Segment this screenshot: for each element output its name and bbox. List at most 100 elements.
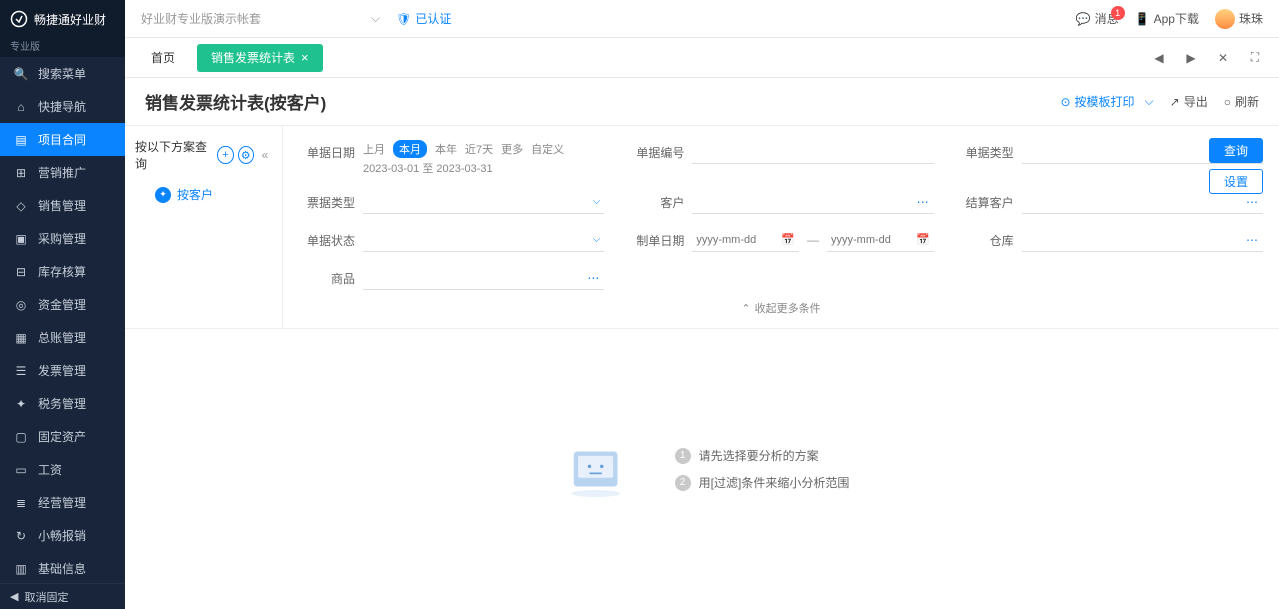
sidebar: 畅捷通好业财 专业版 🔍搜索菜单 ⌂快捷导航 ▤项目合同 ⊞营销推广 ◇销售管理… — [0, 0, 125, 609]
nav-basic-info[interactable]: ▥基础信息 — [0, 552, 125, 583]
filter-area: 按以下方案查询 + ⚙ « ✦ 按客户 查询 设置 — [125, 126, 1279, 329]
cart-icon: ◇ — [14, 199, 28, 213]
document-icon: ▤ — [14, 133, 28, 147]
goods-input[interactable] — [367, 272, 587, 284]
export-button[interactable]: ↗ 导出 — [1170, 93, 1208, 110]
field-settle-customer: 结算客户 ⋯ — [958, 190, 1263, 214]
receipt-icon: ☰ — [14, 364, 28, 378]
warehouse-input[interactable] — [1026, 234, 1246, 246]
lookup-icon[interactable]: ⋯ — [587, 271, 600, 285]
nav-marketing[interactable]: ⊞营销推广 — [0, 156, 125, 189]
scheme-icon: ✦ — [155, 187, 171, 203]
tab-home[interactable]: 首页 — [137, 44, 189, 72]
calendar-icon[interactable]: 📅 — [916, 233, 930, 246]
nav-finance[interactable]: ◎资金管理 — [0, 288, 125, 321]
tab-close-all-button[interactable]: ✕ — [1211, 46, 1235, 70]
asset-icon: ▢ — [14, 430, 28, 444]
account-name: 好业财专业版演示帐套 — [141, 10, 261, 27]
messages-button[interactable]: 💬 消息 1 — [1076, 10, 1119, 27]
brand-logo-icon — [10, 10, 28, 28]
refresh-button[interactable]: ○ 刷新 — [1224, 93, 1259, 110]
nav-label: 总账管理 — [38, 329, 86, 346]
preset-this-year[interactable]: 本年 — [435, 141, 457, 157]
customer-input[interactable] — [696, 196, 916, 208]
tab-active[interactable]: 销售发票统计表 × — [197, 44, 323, 72]
nav: 🔍搜索菜单 ⌂快捷导航 ▤项目合同 ⊞营销推广 ◇销售管理 ▣采购管理 ⊟库存核… — [0, 57, 125, 583]
field-customer: 客户 ⋯ — [628, 190, 933, 214]
page-header: 销售发票统计表(按客户) ⊙ 按模板打印 ⌵ ↗ 导出 ○ 刷新 — [125, 78, 1279, 126]
invoice-type-input[interactable] — [367, 196, 593, 208]
nav-operation[interactable]: ≣经营管理 — [0, 486, 125, 519]
toggle-label: 收起更多条件 — [755, 300, 821, 316]
tabs: 首页 销售发票统计表 × ◀ ▶ ✕ ⛶ — [125, 38, 1279, 78]
nav-assets[interactable]: ▢固定资产 — [0, 420, 125, 453]
tab-next-button[interactable]: ▶ — [1179, 46, 1203, 70]
verified-badge: 🛡 已认证 — [396, 10, 451, 27]
scheme-label: 按客户 — [177, 186, 213, 203]
maker-date-to-input[interactable] — [831, 234, 916, 246]
lookup-icon[interactable]: ⋯ — [1246, 233, 1259, 247]
nav-ledger[interactable]: ▦总账管理 — [0, 321, 125, 354]
maker-date-from-input[interactable] — [696, 234, 781, 246]
nav-invoice[interactable]: ☰发票管理 — [0, 354, 125, 387]
nav-label: 搜索菜单 — [38, 65, 86, 82]
collapse-scheme-button[interactable]: « — [258, 147, 272, 163]
field-warehouse: 仓库 ⋯ — [958, 228, 1263, 252]
add-scheme-button[interactable]: + — [217, 146, 233, 164]
empty-illustration-icon — [555, 434, 645, 504]
scheme-by-customer[interactable]: ✦ 按客户 — [135, 182, 272, 207]
chevron-down-icon[interactable]: ⌵ — [593, 234, 601, 245]
nav-label: 工资 — [38, 461, 62, 478]
tab-prev-button[interactable]: ◀ — [1147, 46, 1171, 70]
refresh-label: 刷新 — [1235, 93, 1259, 110]
account-selector[interactable]: 好业财专业版演示帐套 ⌵ — [141, 10, 380, 27]
chevron-down-icon[interactable]: ⌵ — [593, 196, 601, 207]
preset-last-month[interactable]: 上月 — [363, 141, 385, 157]
gift-icon: ⊞ — [14, 166, 28, 180]
label: 单据类型 — [958, 140, 1014, 161]
bill-no-input[interactable] — [696, 146, 929, 158]
main: 好业财专业版演示帐套 ⌵ 🛡 已认证 💬 消息 1 📱 App下载 珠珠 — [125, 0, 1279, 609]
label: 客户 — [628, 190, 684, 211]
nav-label: 基础信息 — [38, 560, 86, 577]
chart-icon: ≣ — [14, 496, 28, 510]
preset-this-month[interactable]: 本月 — [393, 140, 427, 158]
settle-customer-input[interactable] — [1026, 196, 1246, 208]
print-icon: ⊙ — [1060, 95, 1070, 109]
brand-edition: 专业版 — [0, 38, 125, 57]
nav-inventory[interactable]: ⊟库存核算 — [0, 255, 125, 288]
nav-sales[interactable]: ◇销售管理 — [0, 189, 125, 222]
scheme-header: 按以下方案查询 + ⚙ « — [135, 138, 272, 172]
bill-status-input[interactable] — [367, 234, 593, 246]
nav-tax[interactable]: ✦税务管理 — [0, 387, 125, 420]
fullscreen-button[interactable]: ⛶ — [1243, 46, 1267, 70]
tab-label: 销售发票统计表 — [211, 49, 295, 66]
download-button[interactable]: 📱 App下载 — [1135, 10, 1199, 27]
nav-salary[interactable]: ▭工资 — [0, 453, 125, 486]
bill-type-input[interactable] — [1026, 146, 1252, 158]
preset-more[interactable]: 更多 — [501, 141, 523, 157]
scheme-settings-button[interactable]: ⚙ — [238, 146, 254, 164]
nav-quick-nav[interactable]: ⌂快捷导航 — [0, 90, 125, 123]
chevron-up-icon: ⌃ — [741, 302, 750, 315]
nav-project-contract[interactable]: ▤项目合同 — [0, 123, 125, 156]
calendar-icon[interactable]: 📅 — [781, 233, 795, 246]
nav-purchase[interactable]: ▣采购管理 — [0, 222, 125, 255]
preset-custom[interactable]: 自定义 — [531, 141, 564, 157]
user-menu[interactable]: 珠珠 — [1215, 9, 1263, 29]
lookup-icon[interactable]: ⋯ — [1246, 195, 1259, 209]
pin-toggle[interactable]: ◀ 取消固定 — [0, 583, 125, 609]
print-button[interactable]: ⊙ 按模板打印 ⌵ — [1060, 93, 1153, 110]
chevron-down-icon[interactable]: ⌵ — [1251, 146, 1259, 157]
lookup-icon[interactable]: ⋯ — [917, 195, 930, 209]
nav-label: 小畅报销 — [38, 527, 86, 544]
empty-step-1: 1 请先选择要分析的方案 — [675, 447, 850, 464]
print-label: 按模板打印 — [1075, 93, 1135, 110]
label: 制单日期 — [628, 228, 684, 249]
close-icon[interactable]: × — [301, 50, 309, 65]
nav-search-menu[interactable]: 🔍搜索菜单 — [0, 57, 125, 90]
toggle-more-conditions[interactable]: ⌃ 收起更多条件 — [741, 300, 820, 316]
label: 票据类型 — [299, 190, 355, 211]
preset-recent7[interactable]: 近7天 — [465, 141, 493, 157]
nav-expense[interactable]: ↻小畅报销 — [0, 519, 125, 552]
